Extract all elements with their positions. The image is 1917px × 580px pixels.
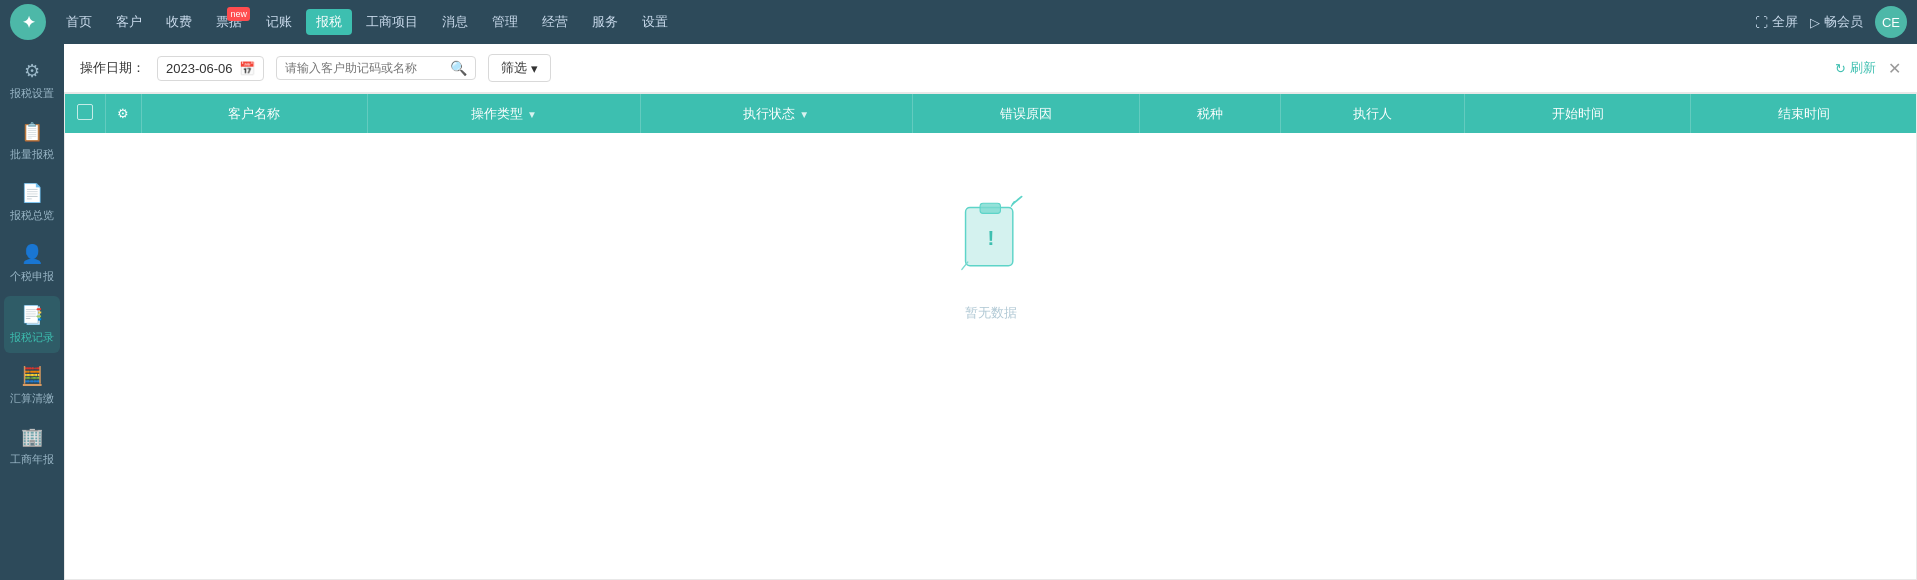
content-area: 操作日期： 2023-06-06 📅 🔍 筛选 ▾ ↻ 刷新 ✕ [64, 44, 1917, 580]
col-start-time: 开始时间 [1464, 94, 1691, 133]
sidebar: ⚙报税设置📋批量报税📄报税总览👤个税申报📑报税记录🧮汇算清缴🏢工商年报 [0, 44, 64, 580]
col-name: 客户名称 [141, 94, 368, 133]
sidebar-icon: ⚙ [24, 60, 40, 82]
member-btn[interactable]: ▷ 畅会员 [1810, 13, 1863, 31]
sidebar-item-报税记录[interactable]: 📑报税记录 [4, 296, 60, 353]
col-executor: 执行人 [1280, 94, 1464, 133]
nav-item-工商项目[interactable]: 工商项目 [356, 9, 428, 35]
sidebar-item-报税设置[interactable]: ⚙报税设置 [4, 52, 60, 109]
avatar[interactable]: CE [1875, 6, 1907, 38]
empty-text: 暂无数据 [965, 304, 1017, 322]
nav-item-首页[interactable]: 首页 [56, 9, 102, 35]
sidebar-icon: 🏢 [21, 426, 43, 448]
sidebar-item-个税申报[interactable]: 👤个税申报 [4, 235, 60, 292]
col-error-reason: 错误原因 [912, 94, 1139, 133]
svg-text:!: ! [987, 227, 994, 249]
sidebar-icon: 📄 [21, 182, 43, 204]
svg-line-7 [961, 262, 967, 269]
nav-item-报税[interactable]: 报税 [306, 9, 352, 35]
sidebar-icon: 📑 [21, 304, 43, 326]
svg-rect-2 [980, 203, 1000, 213]
sidebar-icon: 📋 [21, 121, 43, 143]
nav-item-消息[interactable]: 消息 [432, 9, 478, 35]
member-icon: ▷ [1810, 15, 1820, 30]
nav-item-票据[interactable]: 票据new [206, 9, 252, 35]
close-button[interactable]: ✕ [1888, 59, 1901, 78]
date-label: 操作日期： [80, 59, 145, 77]
col-exec-status[interactable]: 执行状态▼ [640, 94, 912, 133]
empty-state: ! 暂无数据 [65, 133, 1916, 382]
nav-item-记账[interactable]: 记账 [256, 9, 302, 35]
sidebar-item-工商年报[interactable]: 🏢工商年报 [4, 418, 60, 475]
nav-item-经营[interactable]: 经营 [532, 9, 578, 35]
logo[interactable]: ✦ [10, 4, 46, 40]
col-settings[interactable]: ⚙ [105, 94, 141, 133]
data-table: ⚙ 客户名称 操作类型▼ 执行状态▼ 错误原因 税种 执行人 开始时间 结束时间 [65, 94, 1916, 133]
col-op-type[interactable]: 操作类型▼ [368, 94, 640, 133]
sidebar-item-批量报税[interactable]: 📋批量报税 [4, 113, 60, 170]
table-container: ⚙ 客户名称 操作类型▼ 执行状态▼ 错误原因 税种 执行人 开始时间 结束时间 [64, 93, 1917, 580]
nav-item-管理[interactable]: 管理 [482, 9, 528, 35]
nav-item-服务[interactable]: 服务 [582, 9, 628, 35]
search-icon[interactable]: 🔍 [450, 60, 467, 76]
col-end-time: 结束时间 [1691, 94, 1916, 133]
sidebar-item-报税总览[interactable]: 📄报税总览 [4, 174, 60, 231]
chevron-down-icon: ▾ [531, 61, 538, 76]
calendar-icon: 📅 [239, 61, 255, 76]
nav-items: 首页客户收费票据new记账报税工商项目消息管理经营服务设置 [56, 9, 1755, 35]
col-checkbox[interactable] [65, 94, 105, 133]
refresh-button[interactable]: ↻ 刷新 [1835, 59, 1876, 77]
top-nav: ✦ 首页客户收费票据new记账报税工商项目消息管理经营服务设置 ⛶ 全屏 ▷ 畅… [0, 0, 1917, 44]
col-tax-type: 税种 [1139, 94, 1280, 133]
sidebar-icon: 👤 [21, 243, 43, 265]
fullscreen-icon: ⛶ [1755, 15, 1768, 30]
filter-button[interactable]: 筛选 ▾ [488, 54, 551, 82]
refresh-icon: ↻ [1835, 61, 1846, 76]
table-header-row: ⚙ 客户名称 操作类型▼ 执行状态▼ 错误原因 税种 执行人 开始时间 结束时间 [65, 94, 1916, 133]
new-badge: new [227, 7, 250, 21]
top-nav-right: ⛶ 全屏 ▷ 畅会员 CE [1755, 6, 1907, 38]
search-box: 🔍 [276, 56, 476, 80]
toolbar: 操作日期： 2023-06-06 📅 🔍 筛选 ▾ ↻ 刷新 ✕ [64, 44, 1917, 93]
main-layout: ⚙报税设置📋批量报税📄报税总览👤个税申报📑报税记录🧮汇算清缴🏢工商年报 操作日期… [0, 44, 1917, 580]
select-all-checkbox[interactable] [77, 104, 93, 120]
sidebar-item-汇算清缴[interactable]: 🧮汇算清缴 [4, 357, 60, 414]
nav-item-设置[interactable]: 设置 [632, 9, 678, 35]
nav-item-收费[interactable]: 收费 [156, 9, 202, 35]
empty-icon: ! [951, 193, 1031, 292]
nav-item-客户[interactable]: 客户 [106, 9, 152, 35]
date-input[interactable]: 2023-06-06 📅 [157, 56, 264, 81]
search-input[interactable] [285, 61, 450, 75]
fullscreen-btn[interactable]: ⛶ 全屏 [1755, 13, 1798, 31]
sidebar-icon: 🧮 [21, 365, 43, 387]
